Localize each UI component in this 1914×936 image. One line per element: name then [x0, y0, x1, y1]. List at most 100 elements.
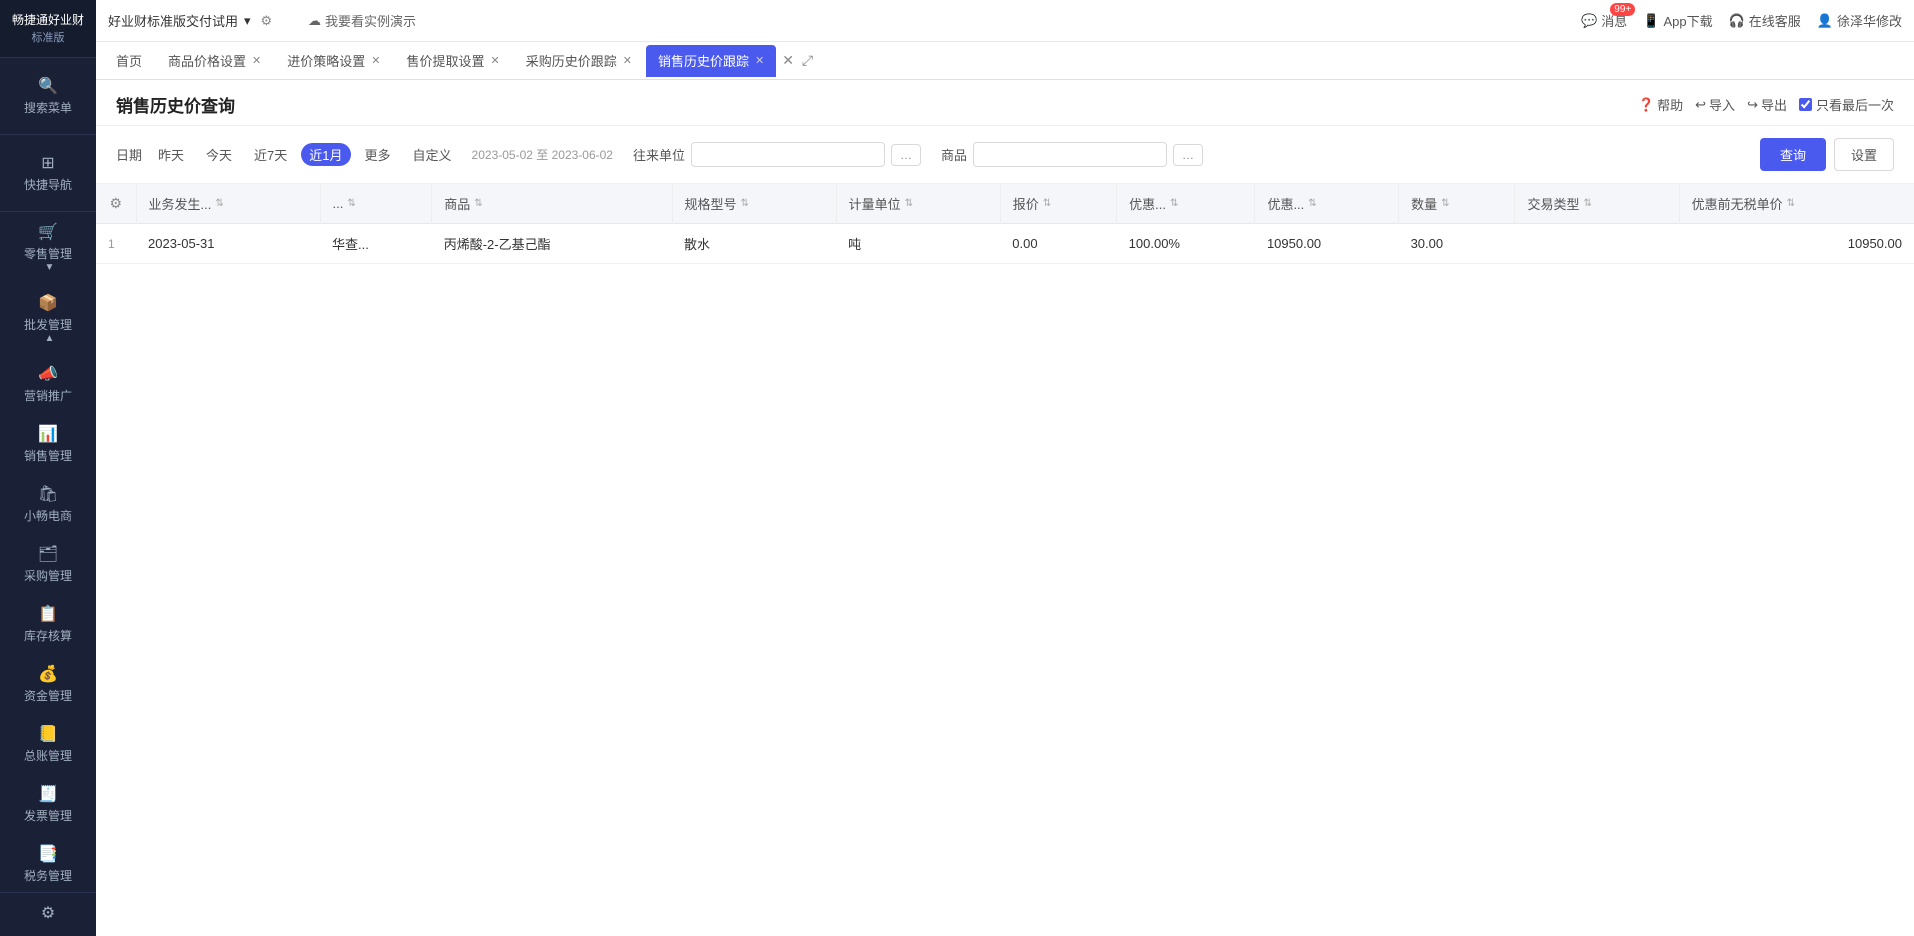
sort-icon: ⇅	[1441, 198, 1449, 209]
sidebar-item-purchase-mgmt[interactable]: 🗂 采购管理	[0, 534, 96, 594]
app-icon: 📱	[1643, 13, 1659, 29]
sidebar-item-label: 快捷导航	[24, 176, 72, 193]
export-label: 导出	[1761, 95, 1787, 114]
product-input[interactable]	[973, 142, 1167, 167]
query-button[interactable]: 查询	[1760, 138, 1826, 171]
product-settings-icon[interactable]: ⚙	[261, 13, 273, 29]
tab-purchase-history-label: 采购历史价跟踪	[526, 51, 617, 70]
tab-sales-history[interactable]: 销售历史价跟踪 ✕	[646, 45, 776, 77]
col-trade-type[interactable]: 交易类型 ⇅	[1515, 184, 1679, 224]
sidebar-item-tax-mgmt[interactable]: 📑 税务管理	[0, 834, 96, 892]
tab-price-settings-close[interactable]: ✕	[252, 54, 261, 67]
tab-sales-history-close[interactable]: ✕	[755, 54, 764, 67]
tab-price-settings[interactable]: 商品价格设置 ✕	[156, 45, 273, 77]
sidebar-item-search-menu[interactable]: 🔍 搜索菜单	[0, 66, 96, 126]
date-btn-more[interactable]: 更多	[357, 143, 399, 166]
user-menu[interactable]: 👤 徐泽华修改	[1817, 11, 1902, 30]
col-product[interactable]: 商品 ⇅	[432, 184, 672, 224]
last-only-checkbox[interactable]	[1799, 98, 1812, 111]
user-name: 徐泽华修改	[1837, 11, 1902, 30]
col-more[interactable]: ... ⇅	[320, 184, 432, 224]
product-ellipsis-btn[interactable]: …	[1173, 144, 1203, 166]
sidebar-item-retail-mgmt[interactable]: 🛒 零售管理 ▼	[0, 212, 96, 283]
date-btn-7days[interactable]: 近7天	[246, 143, 295, 166]
close-window-icon[interactable]: ✕	[782, 52, 794, 69]
tax-icon: 📑	[38, 844, 58, 864]
date-btn-yesterday[interactable]: 昨天	[150, 143, 192, 166]
tab-price-extract[interactable]: 售价提取设置 ✕	[394, 45, 511, 77]
sort-icon: ⇅	[741, 198, 749, 209]
sidebar-item-settings[interactable]: ⚙	[0, 893, 96, 936]
sidebar-nav-section[interactable]: ⊞ 快捷导航	[0, 135, 96, 212]
tab-sales-history-label: 销售历史价跟踪	[658, 51, 749, 70]
setting-button[interactable]: 设置	[1834, 138, 1894, 171]
sidebar-item-ecommerce[interactable]: 🛍 小畅电商	[0, 474, 96, 534]
demo-text: 我要看实例演示	[325, 11, 416, 30]
tab-home[interactable]: 首页	[104, 45, 154, 77]
table-row[interactable]: 1 2023-05-31 华查... 丙烯酸-2-乙基己酯 散水 吨 0.00 …	[96, 224, 1914, 264]
date-btn-today[interactable]: 今天	[198, 143, 240, 166]
inventory-icon: 📋	[38, 604, 58, 624]
last-only-checkbox-area[interactable]: 只看最后一次	[1799, 95, 1894, 114]
from-unit-input[interactable]	[691, 142, 885, 167]
sidebar-item-account-mgmt[interactable]: 📒 总账管理	[0, 714, 96, 774]
col-biz-date[interactable]: 业务发生... ⇅	[136, 184, 320, 224]
tab-price-extract-close[interactable]: ✕	[491, 54, 500, 67]
export-button[interactable]: ↪ 导出	[1747, 95, 1787, 114]
col-spec-label: 规格型号	[685, 194, 737, 213]
sidebar-item-label: 搜索菜单	[24, 99, 72, 116]
from-unit-ellipsis-btn[interactable]: …	[891, 144, 921, 166]
demo-link[interactable]: ☁ 我要看实例演示	[308, 11, 416, 30]
avatar-icon: 👤	[1817, 13, 1833, 29]
tab-purchase-history-close[interactable]: ✕	[623, 54, 632, 67]
date-label: 日期	[116, 145, 142, 164]
online-service-button[interactable]: 🎧 在线客服	[1729, 11, 1801, 30]
import-button[interactable]: ↩ 导入	[1695, 95, 1735, 114]
tab-pricing-strategy-close[interactable]: ✕	[371, 54, 380, 67]
product-dropdown-icon: ▾	[244, 13, 251, 29]
table-body: 1 2023-05-31 华查... 丙烯酸-2-乙基己酯 散水 吨 0.00 …	[96, 224, 1914, 264]
app-download-button[interactable]: 📱 App下载	[1643, 11, 1712, 30]
tab-pricing-strategy[interactable]: 进价策略设置 ✕	[275, 45, 392, 77]
help-button[interactable]: ❓ 帮助	[1638, 95, 1683, 114]
sidebar-item-label: 总账管理	[24, 747, 72, 764]
sidebar-item-quick-nav[interactable]: ⊞ 快捷导航	[0, 143, 96, 203]
cell-spec: 散水	[672, 224, 836, 264]
sidebar-item-wholesale-mgmt[interactable]: 📦 批发管理 ▲	[0, 283, 96, 354]
col-quoted-price[interactable]: 报价 ⇅	[1000, 184, 1116, 224]
col-discount-price[interactable]: 优惠... ⇅	[1255, 184, 1399, 224]
column-config-icon[interactable]: ⚙	[109, 195, 122, 211]
date-btn-1month[interactable]: 近1月	[301, 143, 350, 166]
col-spec[interactable]: 规格型号 ⇅	[672, 184, 836, 224]
invoice-icon: 🧾	[38, 784, 58, 804]
col-quoted-price-label: 报价	[1013, 194, 1039, 213]
col-quantity[interactable]: 数量 ⇅	[1399, 184, 1515, 224]
col-gear[interactable]: ⚙	[96, 184, 136, 224]
sidebar-search-section[interactable]: 🔍 搜索菜单	[0, 58, 96, 135]
col-pretax-price[interactable]: 优惠前无税单价 ⇅	[1679, 184, 1914, 224]
maximize-window-icon[interactable]: ⤢	[802, 52, 813, 69]
col-discount-rate[interactable]: 优惠... ⇅	[1117, 184, 1255, 224]
product-group: 商品 …	[941, 142, 1203, 167]
sidebar-item-inventory[interactable]: 📋 库存核算	[0, 594, 96, 654]
sort-icon: ⇅	[1170, 198, 1178, 209]
product-name: 好业财标准版交付试用	[108, 11, 238, 30]
sidebar-item-sales-mgmt[interactable]: 📊 销售管理	[0, 414, 96, 474]
tab-purchase-history[interactable]: 采购历史价跟踪 ✕	[514, 45, 644, 77]
window-controls: ✕ ⤢	[782, 52, 813, 69]
marketing-icon: 📣	[38, 364, 58, 384]
online-service-label: 在线客服	[1749, 11, 1801, 30]
cell-pretax-price: 10950.00	[1679, 224, 1914, 264]
sidebar-item-label: 发票管理	[24, 807, 72, 824]
sidebar-item-invoice-mgmt[interactable]: 🧾 发票管理	[0, 774, 96, 834]
messages-button[interactable]: 💬 消息 99+	[1581, 11, 1627, 30]
date-btn-custom[interactable]: 自定义	[405, 143, 460, 166]
product-selector[interactable]: 好业财标准版交付试用 ▾ ⚙	[108, 11, 288, 30]
purchase-icon: 🗂	[38, 544, 58, 564]
sidebar-item-fund-mgmt[interactable]: 💰 资金管理	[0, 654, 96, 714]
sidebar-item-label: 零售管理	[24, 245, 72, 262]
help-label: 帮助	[1657, 95, 1683, 114]
col-unit[interactable]: 计量单位 ⇅	[836, 184, 1000, 224]
sidebar-item-marketing[interactable]: 📣 营销推广	[0, 354, 96, 414]
table-container: ⚙ 业务发生... ⇅ ... ⇅	[96, 184, 1914, 936]
